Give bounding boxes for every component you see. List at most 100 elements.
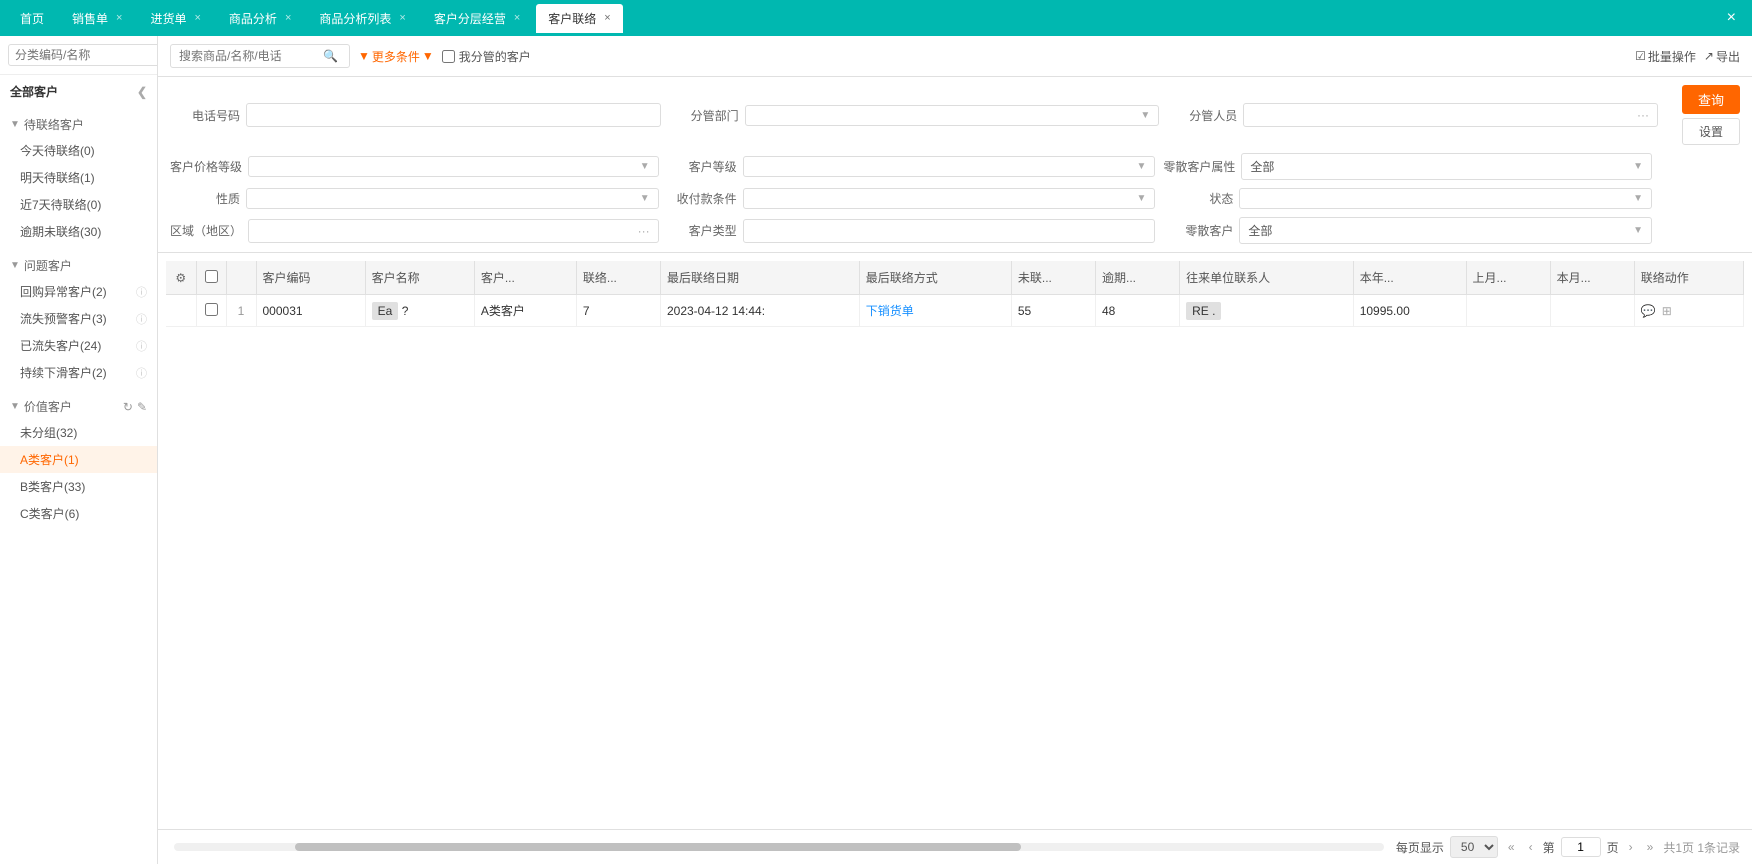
nav-customer-tier[interactable]: 客户分层经营 ×	[422, 4, 532, 33]
nav-home[interactable]: 首页	[8, 4, 56, 33]
sidebar-all-customers[interactable]: 全部客户 ❮	[0, 75, 157, 108]
col-last-method[interactable]: 最后联络方式	[859, 261, 1011, 295]
sidebar-group-pending-title[interactable]: ▼ 待联络客户	[0, 112, 157, 137]
nature-select[interactable]: ▼	[246, 188, 659, 209]
nav-product-analysis[interactable]: 商品分析 ×	[217, 4, 303, 33]
chat-icon[interactable]: 💬	[1641, 304, 1656, 318]
my-customers-check[interactable]	[442, 50, 455, 63]
sidebar-item-today[interactable]: 今天待联络(0)	[0, 137, 157, 164]
nav-purchase-close[interactable]: ×	[194, 12, 200, 24]
filter-search-icon[interactable]: 🔍	[323, 49, 338, 63]
status-dropdown-icon: ▼	[1633, 193, 1643, 204]
query-button[interactable]: 查询	[1682, 85, 1740, 114]
col-contact[interactable]: 联络...	[576, 261, 660, 295]
nav-sales[interactable]: 销售单 ×	[60, 4, 134, 33]
page-size-select[interactable]: 50	[1450, 836, 1498, 858]
nav-sales-close[interactable]: ×	[116, 12, 122, 24]
col-settings[interactable]: ⚙	[166, 261, 196, 295]
col-category[interactable]: 客户...	[474, 261, 576, 295]
sidebar-group-problem-title[interactable]: ▼ 问题客户	[0, 253, 157, 278]
export-button[interactable]: ↗ 导出	[1704, 48, 1740, 65]
row-contact-cell: 7	[576, 295, 660, 327]
region-select[interactable]: ···	[248, 219, 659, 243]
col-checkbox[interactable]	[196, 261, 226, 295]
window-close-button[interactable]: ×	[1719, 5, 1744, 31]
nav-product-analysis-close[interactable]: ×	[285, 12, 291, 24]
grid-icon[interactable]: ⊞	[1662, 304, 1672, 318]
row-checkbox[interactable]	[205, 303, 218, 316]
sidebar-item-repurchase-anomaly[interactable]: 回购异常客户(2) ⓘ	[0, 278, 157, 305]
row-this-month-cell	[1550, 295, 1634, 327]
horizontal-scrollbar[interactable]	[174, 843, 1384, 851]
sidebar-search-input[interactable]	[8, 44, 158, 66]
bottom-scroll	[170, 843, 1388, 851]
sidebar-item-tomorrow[interactable]: 明天待联络(1)	[0, 164, 157, 191]
sidebar-item-lost[interactable]: 已流失客户(24) ⓘ	[0, 332, 157, 359]
value-group-refresh-icon[interactable]: ↻	[123, 400, 133, 414]
col-code[interactable]: 客户编码	[256, 261, 365, 295]
phone-input[interactable]	[246, 103, 661, 127]
value-group-edit-icon[interactable]: ✎	[137, 400, 147, 414]
sidebar-collapse-icon[interactable]: ❮	[137, 85, 147, 99]
nav-customer-contact[interactable]: 客户联络 ×	[536, 4, 622, 33]
phone-label: 电话号码	[170, 107, 240, 124]
row-name-cell[interactable]: Ea ?	[365, 295, 474, 327]
filter-bar: 🔍 ▼ 更多条件 ▼ 我分管的客户 ☑ 批量操作 ↗ 导出	[158, 36, 1752, 77]
nav-customer-contact-close[interactable]: ×	[604, 12, 610, 24]
last-method-link[interactable]: 下销货单	[866, 304, 914, 318]
manager-select[interactable]: ···	[1243, 103, 1658, 127]
row-last-method-cell[interactable]: 下销货单	[859, 295, 1011, 327]
nav-customer-tier-close[interactable]: ×	[514, 12, 520, 24]
customer-tier-label: 客户等级	[667, 158, 737, 175]
sidebar-group-value-title[interactable]: ▼ 价值客户 ↻ ✎	[0, 394, 157, 419]
batch-ops-label: 批量操作	[1648, 48, 1696, 65]
col-uncontacted[interactable]: 未联...	[1011, 261, 1095, 295]
customer-tier-select[interactable]: ▼	[743, 156, 1156, 177]
filter-search-input[interactable]	[179, 49, 319, 63]
dept-select[interactable]: ▼	[745, 105, 1160, 126]
prev-page-button[interactable]: ‹	[1525, 838, 1537, 856]
nav-product-list-close[interactable]: ×	[399, 12, 405, 24]
col-this-year[interactable]: 本年...	[1353, 261, 1466, 295]
customer-type-input[interactable]	[743, 219, 1156, 243]
phone-field: 电话号码	[170, 103, 661, 127]
my-customers-checkbox[interactable]: 我分管的客户	[442, 48, 531, 65]
sidebar-item-overdue[interactable]: 逾期未联络(30)	[0, 218, 157, 245]
filter-search-box: 🔍	[170, 44, 350, 68]
nav-purchase[interactable]: 进货单 ×	[138, 4, 212, 33]
col-last-month[interactable]: 上月...	[1466, 261, 1550, 295]
row-code-cell[interactable]: 000031	[256, 295, 365, 327]
payment-field: 收付款条件 ▼	[667, 188, 1156, 209]
next-page-button[interactable]: ›	[1625, 838, 1637, 856]
settings-button[interactable]: 设置	[1682, 118, 1740, 145]
last-page-button[interactable]: »	[1643, 838, 1658, 856]
payment-select[interactable]: ▼	[743, 188, 1156, 209]
page-input[interactable]	[1561, 837, 1601, 857]
col-this-month[interactable]: 本月...	[1550, 261, 1634, 295]
price-tier-dropdown-icon: ▼	[640, 161, 650, 172]
price-tier-select[interactable]: ▼	[248, 156, 659, 177]
batch-ops-button[interactable]: ☑ 批量操作	[1635, 48, 1696, 65]
row-checkbox-cell[interactable]	[196, 295, 226, 327]
first-page-button[interactable]: «	[1504, 838, 1519, 856]
sidebar-item-ungrouped[interactable]: 未分组(32)	[0, 419, 157, 446]
sidebar-item-class-b[interactable]: B类客户(33)	[0, 473, 157, 500]
retail-customer-select[interactable]: 全部 ▼	[1239, 217, 1652, 244]
retail-attr-select[interactable]: 全部 ▼	[1241, 153, 1652, 180]
table-area: ⚙ 客户编码 客户名称 客户...	[158, 253, 1752, 829]
col-unit-contact[interactable]: 往来单位联系人	[1180, 261, 1354, 295]
sidebar-item-class-c[interactable]: C类客户(6)	[0, 500, 157, 527]
row-category-cell: A类客户	[474, 295, 576, 327]
select-all-checkbox[interactable]	[205, 270, 218, 283]
sidebar-item-class-a[interactable]: A类客户(1)	[0, 446, 157, 473]
sidebar-item-declining[interactable]: 持续下滑客户(2) ⓘ	[0, 359, 157, 386]
nav-product-list[interactable]: 商品分析列表 ×	[307, 4, 417, 33]
sidebar-item-week[interactable]: 近7天待联络(0)	[0, 191, 157, 218]
sidebar-item-churn-warning[interactable]: 流失预警客户(3) ⓘ	[0, 305, 157, 332]
col-overdue[interactable]: 逾期...	[1095, 261, 1179, 295]
col-name[interactable]: 客户名称	[365, 261, 474, 295]
status-select[interactable]: ▼	[1239, 188, 1652, 209]
filter-more-button[interactable]: ▼ 更多条件 ▼	[358, 48, 434, 65]
col-last-date[interactable]: 最后联络日期	[660, 261, 859, 295]
pagination: 每页显示 50 « ‹ 第 页 › » 共1页 1条记录	[1396, 836, 1740, 858]
